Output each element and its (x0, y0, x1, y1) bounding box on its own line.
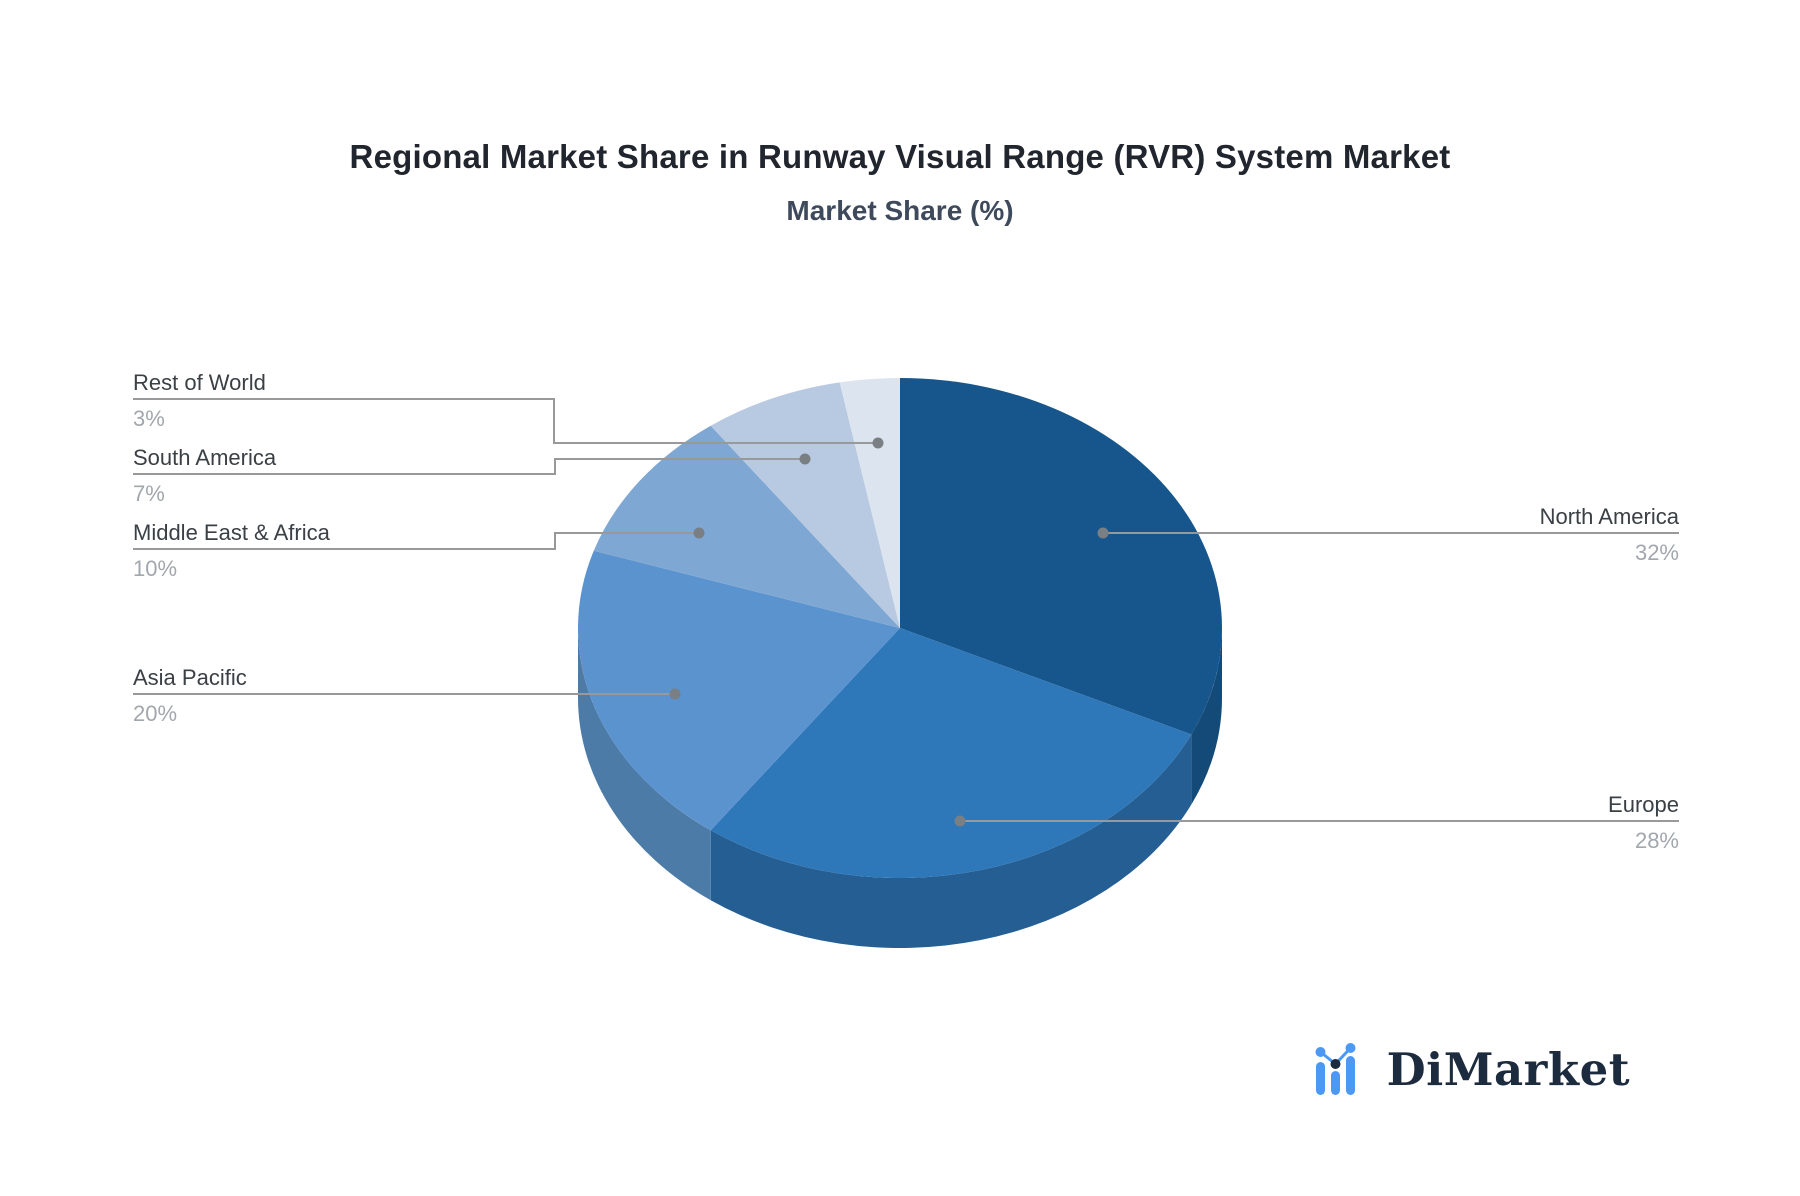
leader-dot-north-america (1097, 527, 1109, 539)
callout-value-middle-east-africa: 10% (133, 556, 178, 581)
callout-value-south-america: 7% (133, 481, 165, 506)
bar-line-chart-icon (1315, 1043, 1356, 1095)
leader-dot-asia-pacific (669, 688, 681, 700)
leader-dot-rest-of-world (872, 437, 884, 449)
callout-label-north-america: North America (1539, 504, 1679, 529)
pie-chart (133, 378, 1679, 949)
callout-value-europe: 28% (1634, 828, 1679, 853)
callout-value-asia-pacific: 20% (133, 701, 178, 726)
callout-label-rest-of-world: Rest of World (133, 370, 266, 395)
pie-slices (577, 378, 1222, 879)
leader-dot-middle-east-africa (693, 527, 705, 539)
brand-logo-text: DiMarket (1386, 1042, 1630, 1096)
callout-label-europe: Europe (1608, 792, 1679, 817)
callout-label-south-america: South America (133, 445, 277, 470)
chart-canvas: Regional Market Share in Runway Visual R… (0, 0, 1800, 1196)
brand-logo: DiMarket (1313, 1040, 1630, 1098)
callout-label-asia-pacific: Asia Pacific (133, 665, 247, 690)
leader-dot-europe (954, 815, 966, 827)
callout-value-north-america: 32% (1634, 540, 1679, 565)
callout-value-rest-of-world: 3% (133, 406, 165, 431)
leader-dot-south-america (799, 453, 811, 465)
callout-label-middle-east-africa: Middle East & Africa (133, 520, 330, 545)
